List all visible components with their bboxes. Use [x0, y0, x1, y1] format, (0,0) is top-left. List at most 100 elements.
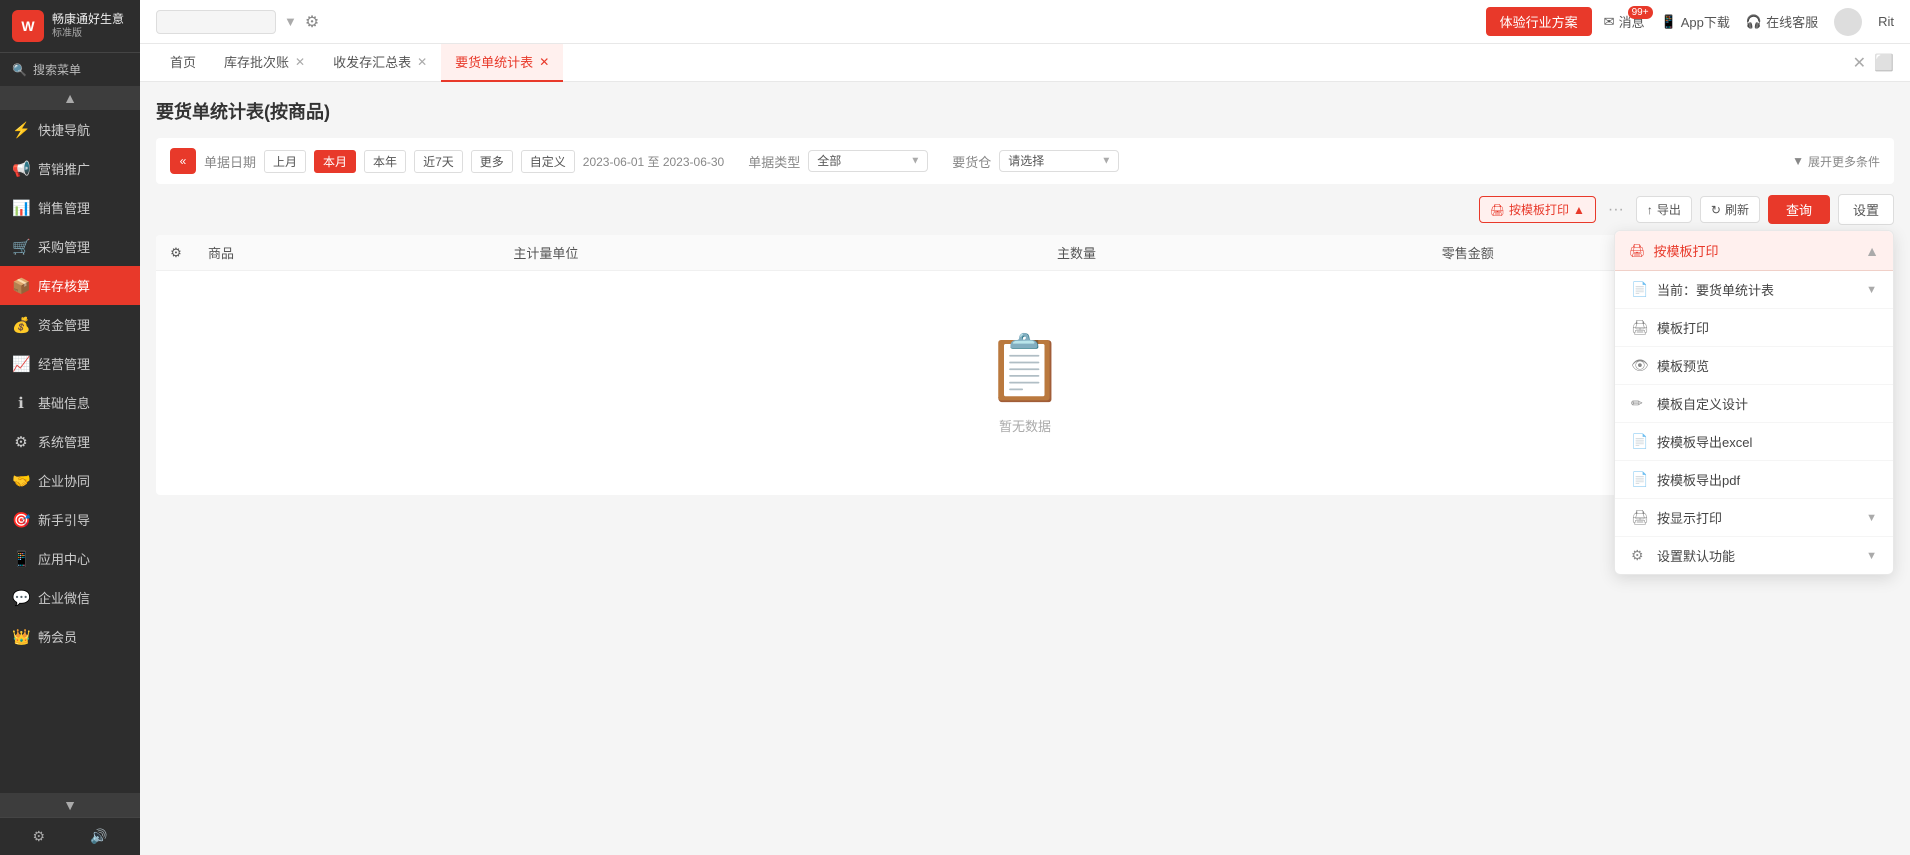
dropdown-set-default[interactable]: ⚙ 设置默认功能 ▼	[1615, 537, 1893, 574]
footer-settings-icon[interactable]: ⚙	[33, 828, 46, 845]
sales-icon: 📊	[12, 199, 30, 217]
member-icon: 👑	[12, 628, 30, 646]
topbar-breadcrumb: ▼ ⚙	[156, 10, 1474, 34]
app-logo: W 畅康通好生意 标准版	[0, 0, 140, 53]
filter-date-this-year[interactable]: 本年	[364, 150, 406, 173]
tab-order-stats[interactable]: 要货单统计表 ✕	[441, 44, 563, 82]
print-dropdown-panel: 🖨 按模板打印 ▲ 📄 当前：要货单统计表 ▼ 🖨 模板打印 👁 模板预览	[1614, 230, 1894, 575]
operations-icon: 📈	[12, 355, 30, 373]
sidebar-item-search[interactable]: 🔍 搜索菜单	[0, 53, 140, 86]
col-unit: 主计量单位	[501, 235, 1045, 271]
print-btn[interactable]: 🖨 按模板打印 ▲	[1479, 196, 1596, 223]
dropdown-header: 🖨 按模板打印 ▲	[1615, 231, 1893, 271]
goods-warehouse-select-wrap: 请选择	[999, 150, 1119, 172]
sidebar-item-purchase[interactable]: 🛒 采购管理	[0, 227, 140, 266]
topbar-dropdown-icon[interactable]: ▼	[284, 14, 297, 29]
phone-icon: 📱	[1661, 14, 1677, 30]
message-icon: ✉	[1604, 14, 1615, 30]
query-btn[interactable]: 查询	[1768, 195, 1830, 224]
dropdown-template-excel[interactable]: 📄 按模板导出excel	[1615, 423, 1893, 461]
sidebar-nav: ⚡ 快捷导航 📢 营销推广 📊 销售管理 🛒 采购管理 📦 库存核算 💰 资金管…	[0, 110, 140, 793]
sidebar-item-operations[interactable]: 📈 经营管理	[0, 344, 140, 383]
system-icon: ⚙	[12, 433, 30, 451]
topbar-search-input[interactable]	[156, 10, 276, 34]
tab-batch-ledger[interactable]: 库存批次账 ✕	[210, 44, 319, 82]
template-pdf-icon: 📄	[1631, 471, 1647, 488]
search-icon: 🔍	[12, 63, 27, 77]
action-toolbar: 🖨 按模板打印 ▲ ··· ↑ 导出 ↻ 刷新 查询 设置	[156, 194, 1894, 225]
scroll-up-btn[interactable]: ▲	[0, 86, 140, 110]
expand-icon: «	[180, 154, 187, 168]
trial-btn[interactable]: 体验行业方案	[1486, 7, 1592, 36]
headset-icon: 🎧	[1746, 14, 1762, 30]
order-type-select[interactable]: 全部 采购单 销售单	[808, 150, 928, 172]
tab-restore-icon[interactable]: ⬜	[1874, 53, 1894, 73]
dropdown-current-template[interactable]: 📄 当前：要货单统计表 ▼	[1615, 271, 1893, 309]
content-area: 要货单统计表(按商品) « 单据日期 上月 本月 本年 近7天 更多 自定义 2…	[140, 82, 1910, 855]
sidebar-item-basic-info[interactable]: ℹ 基础信息	[0, 383, 140, 422]
sidebar-item-sales[interactable]: 📊 销售管理	[0, 188, 140, 227]
dropdown-template-design[interactable]: ✏ 模板自定义设计	[1615, 385, 1893, 423]
settings-gear-icon[interactable]: ⚙	[170, 245, 182, 260]
logo-icon: W	[12, 10, 44, 42]
refresh-btn[interactable]: ↻ 刷新	[1700, 196, 1760, 223]
export-btn[interactable]: ↑ 导出	[1636, 196, 1692, 223]
dropdown-template-pdf[interactable]: 📄 按模板导出pdf	[1615, 461, 1893, 499]
tab-close-all-icon[interactable]: ✕	[1853, 53, 1866, 73]
sidebar-item-finance[interactable]: 💰 资金管理	[0, 305, 140, 344]
goods-warehouse-select[interactable]: 请选择	[999, 150, 1119, 172]
sidebar-item-app-center[interactable]: 📱 应用中心	[0, 539, 140, 578]
filter-date-this-month[interactable]: 本月	[314, 150, 356, 173]
sidebar-item-inventory[interactable]: 📦 库存核算	[0, 266, 140, 305]
sidebar-item-enterprise[interactable]: 🤝 企业协同	[0, 461, 140, 500]
dropdown-template-print[interactable]: 🖨 模板打印	[1615, 309, 1893, 347]
empty-icon: 📋	[985, 331, 1065, 406]
date-label: 单据日期	[204, 152, 256, 171]
online-service-btn[interactable]: 🎧 在线客服	[1746, 12, 1818, 31]
more-actions-icon[interactable]: ···	[1604, 201, 1628, 219]
purchase-icon: 🛒	[12, 238, 30, 256]
footer-audio-icon[interactable]: 🔊	[90, 828, 107, 845]
printer-icon: 🖨	[1490, 203, 1505, 217]
order-type-label: 单据类型	[748, 152, 800, 171]
sidebar-item-wechat[interactable]: 💬 企业微信	[0, 578, 140, 617]
tab-order-stats-close[interactable]: ✕	[539, 55, 549, 69]
filter-expand-btn[interactable]: «	[170, 148, 196, 174]
dropdown-template-preview[interactable]: 👁 模板预览	[1615, 347, 1893, 385]
date-range-text: 2023-06-01 至 2023-06-30	[583, 153, 724, 170]
avatar[interactable]	[1834, 8, 1862, 36]
filter-date-more[interactable]: 更多	[471, 150, 513, 173]
filter-date-custom[interactable]: 自定义	[521, 150, 575, 173]
app-download-btn[interactable]: 📱 App下载	[1661, 12, 1730, 31]
topbar-settings-icon[interactable]: ⚙	[305, 12, 319, 32]
expand-more-btn[interactable]: ▼ 展开更多条件	[1792, 153, 1880, 170]
filter-date-7days[interactable]: 近7天	[414, 150, 463, 173]
refresh-icon: ↻	[1711, 203, 1721, 217]
template-excel-icon: 📄	[1631, 433, 1647, 450]
filter-date-last-month[interactable]: 上月	[264, 150, 306, 173]
sidebar-item-system[interactable]: ⚙ 系统管理	[0, 422, 140, 461]
sidebar-footer: ⚙ 🔊	[0, 817, 140, 855]
messages-btn[interactable]: ✉ 消息 99+	[1604, 12, 1645, 31]
dropdown-close-btn[interactable]: ▲	[1865, 243, 1879, 259]
sidebar-item-member[interactable]: 👑 畅会员	[0, 617, 140, 656]
wechat-icon: 💬	[12, 589, 30, 607]
tab-receipt-summary-close[interactable]: ✕	[417, 55, 427, 69]
topbar: ▼ ⚙ 体验行业方案 ✉ 消息 99+ 📱 App下载 🎧 在线客服 Rit	[140, 0, 1910, 44]
sidebar-item-quick-nav[interactable]: ⚡ 快捷导航	[0, 110, 140, 149]
tab-receipt-summary[interactable]: 收发存汇总表 ✕	[319, 44, 441, 82]
dropdown-display-print[interactable]: 🖨 按显示打印 ▼	[1615, 499, 1893, 537]
settings-btn[interactable]: 设置	[1838, 194, 1894, 225]
sidebar-item-guide[interactable]: 🎯 新手引导	[0, 500, 140, 539]
tabs-right-controls: ✕ ⬜	[1853, 53, 1894, 73]
tab-bar: 首页 库存批次账 ✕ 收发存汇总表 ✕ 要货单统计表 ✕ ✕ ⬜	[140, 44, 1910, 82]
display-print-arrow: ▼	[1866, 512, 1877, 524]
sidebar-item-marketing[interactable]: 📢 营销推广	[0, 149, 140, 188]
quick-nav-icon: ⚡	[12, 121, 30, 139]
scroll-down-btn[interactable]: ▼	[0, 793, 140, 817]
page-title: 要货单统计表(按商品)	[156, 98, 1894, 124]
username: Rit	[1878, 14, 1894, 29]
expand-more-icon: ▼	[1792, 154, 1804, 168]
tab-batch-ledger-close[interactable]: ✕	[295, 55, 305, 69]
tab-home[interactable]: 首页	[156, 44, 210, 82]
